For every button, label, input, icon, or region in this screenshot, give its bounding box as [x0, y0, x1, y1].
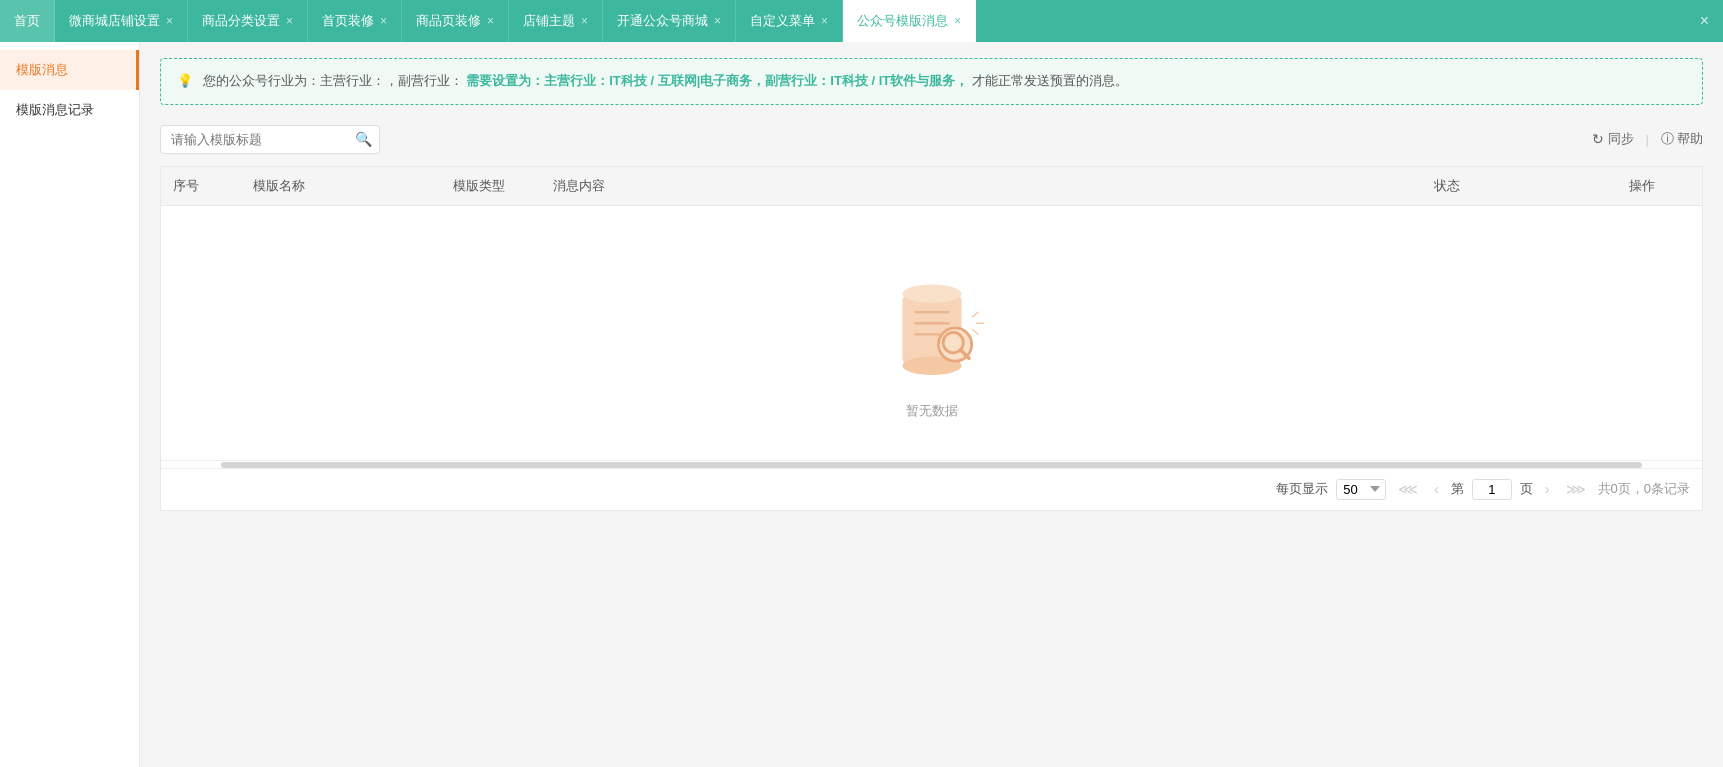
- close-tab-shop-settings[interactable]: ×: [166, 14, 173, 28]
- empty-text: 暂无数据: [906, 402, 958, 420]
- close-tab-category-settings[interactable]: ×: [286, 14, 293, 28]
- layout: 模版消息模版消息记录 💡 您的公众号行业为：主营行业：，副营行业： 需要设置为：…: [0, 42, 1723, 767]
- last-page-button[interactable]: ⋙: [1562, 479, 1590, 499]
- close-all-button[interactable]: ×: [1686, 12, 1723, 30]
- page-unit: 页: [1520, 480, 1533, 498]
- notice-prefix: 您的公众号行业为：主营行业：，副营行业：: [203, 73, 463, 88]
- notice-suffix: 才能正常发送预置的消息。: [972, 73, 1128, 88]
- col-type: 模版类型: [441, 167, 541, 205]
- nav-tab-product-decoration[interactable]: 商品页装修×: [402, 0, 509, 42]
- svg-line-12: [972, 329, 978, 334]
- sync-label: 同步: [1608, 130, 1634, 148]
- horizontal-scrollbar[interactable]: [161, 460, 1702, 468]
- nav-tab-home[interactable]: 首页: [0, 0, 55, 42]
- search-bar: 🔍 ↻ 同步 | ⓘ 帮助: [160, 125, 1703, 154]
- nav-tab-template-msg[interactable]: 公众号模版消息×: [843, 0, 976, 42]
- page-size-label: 每页显示: [1276, 480, 1328, 498]
- page-label: 第: [1451, 480, 1464, 498]
- search-input-wrap: 🔍: [160, 125, 380, 154]
- table-header: 序号 模版名称 模版类型 消息内容 状态 操作: [161, 167, 1702, 206]
- table-wrap: 序号 模版名称 模版类型 消息内容 状态 操作: [160, 166, 1703, 511]
- toolbar-right: ↻ 同步 | ⓘ 帮助: [1592, 130, 1703, 148]
- nav-tab-shop-settings[interactable]: 微商城店铺设置×: [55, 0, 188, 42]
- close-tab-store-theme[interactable]: ×: [581, 14, 588, 28]
- close-tab-product-decoration[interactable]: ×: [487, 14, 494, 28]
- page-input[interactable]: [1472, 479, 1512, 500]
- page-size-select[interactable]: 50 10 20 100: [1336, 479, 1386, 500]
- sync-button[interactable]: ↻ 同步: [1592, 130, 1634, 148]
- sidebar: 模版消息模版消息记录: [0, 42, 140, 767]
- search-input[interactable]: [160, 125, 380, 154]
- next-page-button[interactable]: ›: [1541, 479, 1554, 499]
- nav-tab-category-settings[interactable]: 商品分类设置×: [188, 0, 308, 42]
- top-nav: 首页微商城店铺设置×商品分类设置×首页装修×商品页装修×店铺主题×开通公众号商城…: [0, 0, 1723, 42]
- col-name: 模版名称: [241, 167, 441, 205]
- col-content: 消息内容: [541, 167, 1422, 205]
- notice-banner: 💡 您的公众号行业为：主营行业：，副营行业： 需要设置为：主营行业：IT科技 /…: [160, 58, 1703, 105]
- col-seq: 序号: [161, 167, 241, 205]
- main-content: 💡 您的公众号行业为：主营行业：，副营行业： 需要设置为：主营行业：IT科技 /…: [140, 42, 1723, 767]
- sidebar-item-template-msg[interactable]: 模版消息: [0, 50, 139, 90]
- close-tab-home-decoration[interactable]: ×: [380, 14, 387, 28]
- close-tab-template-msg[interactable]: ×: [954, 14, 961, 28]
- nav-tab-open-mall[interactable]: 开通公众号商城×: [603, 0, 736, 42]
- toolbar-divider: |: [1646, 132, 1649, 147]
- col-status: 状态: [1422, 167, 1582, 205]
- help-label: 帮助: [1677, 130, 1703, 148]
- svg-point-2: [902, 284, 961, 302]
- help-icon: ⓘ: [1661, 130, 1674, 148]
- close-tab-custom-menu[interactable]: ×: [821, 14, 828, 28]
- col-action: 操作: [1582, 167, 1702, 205]
- total-info: 共0页，0条记录: [1598, 480, 1690, 498]
- first-page-button[interactable]: ⋘: [1394, 479, 1422, 499]
- empty-state: 暂无数据: [161, 206, 1702, 460]
- notice-icon: 💡: [177, 73, 193, 88]
- help-button[interactable]: ⓘ 帮助: [1661, 130, 1703, 148]
- sync-icon: ↻: [1592, 131, 1604, 147]
- close-tab-open-mall[interactable]: ×: [714, 14, 721, 28]
- nav-tab-custom-menu[interactable]: 自定义菜单×: [736, 0, 843, 42]
- prev-page-button[interactable]: ‹: [1430, 479, 1443, 499]
- pagination: 每页显示 50 10 20 100 ⋘ ‹ 第 页 › ⋙ 共0页，0条记录: [161, 468, 1702, 510]
- search-button[interactable]: 🔍: [355, 131, 372, 147]
- empty-illustration: [872, 266, 992, 386]
- svg-line-10: [972, 312, 978, 317]
- nav-tab-home-decoration[interactable]: 首页装修×: [308, 0, 402, 42]
- sidebar-item-template-msg-records[interactable]: 模版消息记录: [0, 90, 139, 130]
- nav-tab-store-theme[interactable]: 店铺主题×: [509, 0, 603, 42]
- notice-highlight: 需要设置为：主营行业：IT科技 / 互联网|电子商务，副营行业：IT科技 / I…: [466, 73, 968, 88]
- scrollbar-track: [221, 462, 1642, 468]
